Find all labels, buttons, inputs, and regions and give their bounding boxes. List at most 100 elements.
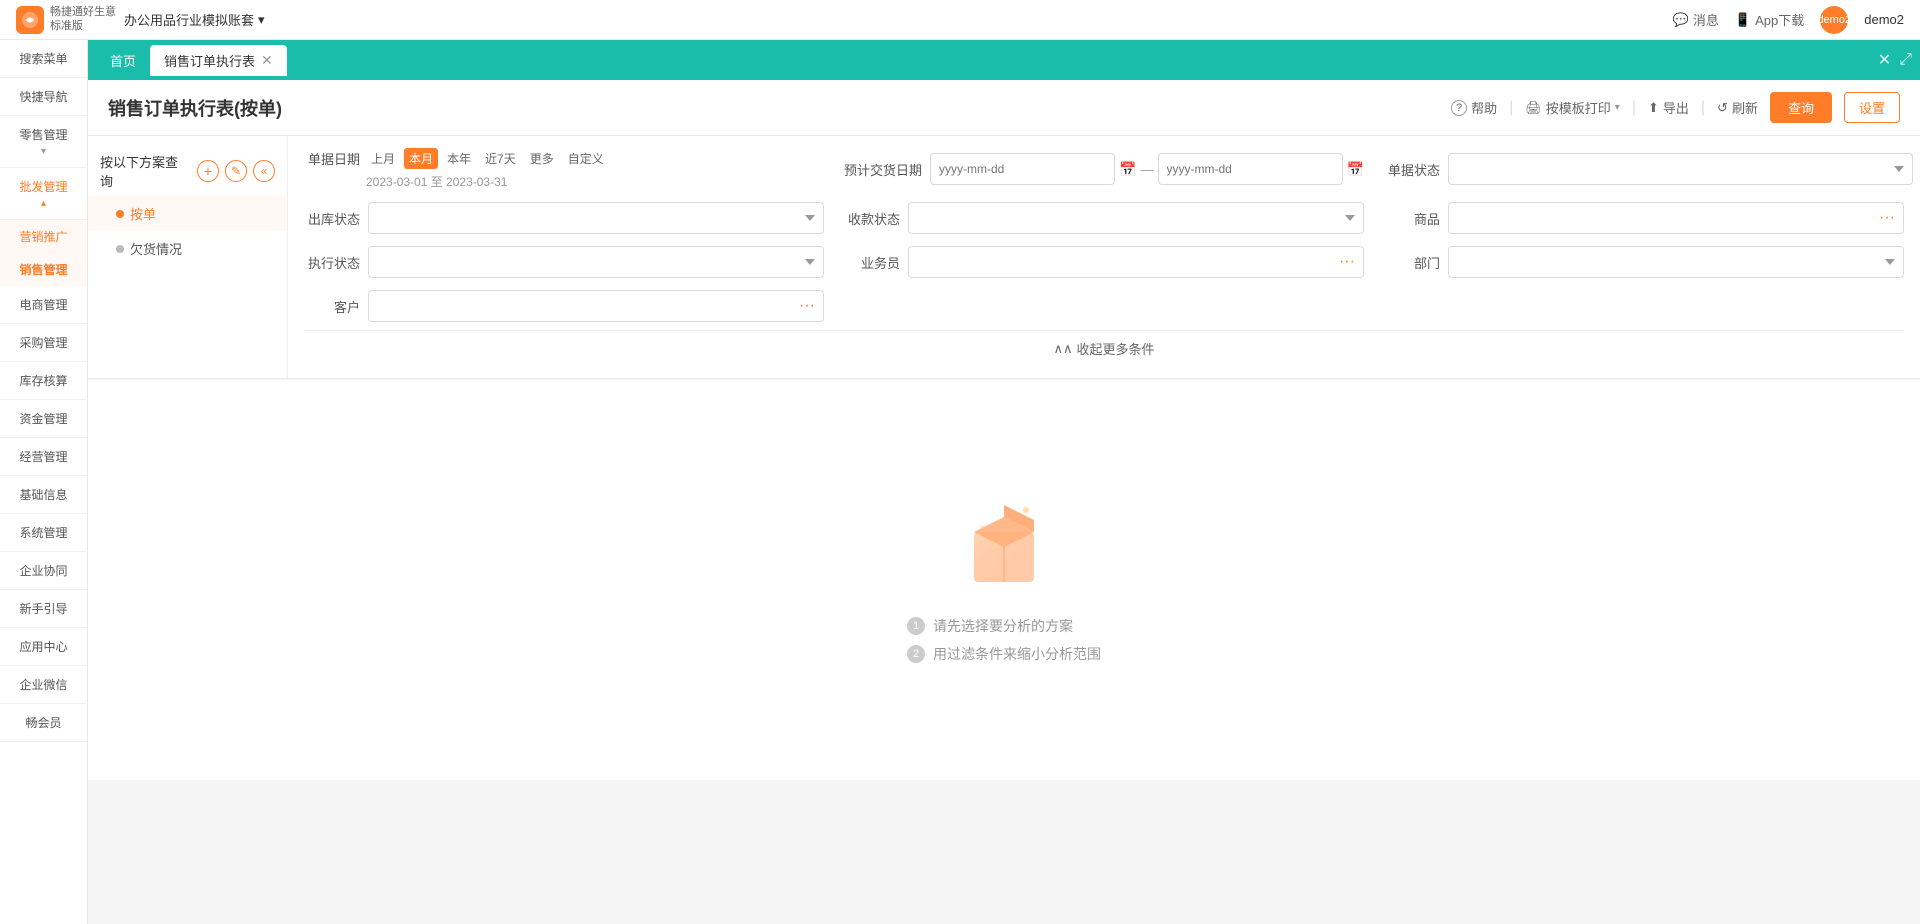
collapse-up-icon: ∧∧ (1053, 341, 1072, 357)
exec-label: 执行状态 (304, 253, 360, 272)
status-select-wrap (1448, 153, 1913, 185)
predict-date-icon-start: 📅 (1119, 161, 1136, 178)
date-tab-custom[interactable]: 自定义 (563, 148, 609, 169)
app-download-btn[interactable]: 📱 App下载 (1735, 10, 1804, 29)
customer-label: 客户 (304, 297, 360, 316)
collapse-btn[interactable]: ∧∧ 收起更多条件 (1053, 339, 1154, 358)
sidebar-item-operation[interactable]: 经营管理 (0, 438, 87, 476)
hint-num-1: 1 (907, 617, 925, 635)
tab-sales-exec[interactable]: 销售订单执行表 ✕ (150, 45, 287, 76)
sidebar-item-fund[interactable]: 资金管理 (0, 400, 87, 438)
scheme-edit-icon: ✎ (231, 164, 241, 178)
filter-outbound: 出库状态 (304, 202, 824, 234)
avatar[interactable]: demo2 (1820, 6, 1848, 34)
export-btn[interactable]: ⬆ 导出 (1648, 98, 1689, 117)
customer-more-icon: ··· (799, 297, 815, 315)
date-tab-more[interactable]: 更多 (525, 148, 559, 169)
receipt-label: 收款状态 (844, 209, 900, 228)
predict-date-end[interactable] (1158, 153, 1343, 185)
sidebar-item-basic[interactable]: 基础信息 (0, 476, 87, 514)
customer-input[interactable]: ··· (368, 290, 824, 322)
username-label: demo2 (1864, 12, 1904, 27)
scheme-dot-active (116, 210, 124, 218)
print-icon: 🖨 (1525, 100, 1542, 116)
scheme-add-btn[interactable]: + (197, 160, 219, 182)
salesperson-label: 业务员 (844, 253, 900, 272)
filter-status: 单据状态 ▾ (1384, 148, 1904, 190)
sidebar-item-search-menu[interactable]: 搜索菜单 (0, 40, 87, 78)
scheme-item-by-order[interactable]: 按单 (88, 196, 287, 231)
settings-btn[interactable]: 设置 (1844, 92, 1900, 123)
app-selector[interactable]: 办公用品行业模拟账套 ▾ (124, 10, 265, 29)
tab-expand-btn[interactable]: ⤢ (1899, 51, 1912, 69)
tab-close-icon[interactable]: ✕ (261, 52, 273, 69)
sidebar-item-inventory[interactable]: 库存核算 (0, 362, 87, 400)
retail-label: 零售管理 (4, 126, 83, 143)
print-btn[interactable]: 🖨 按模板打印 ▾ (1525, 98, 1620, 117)
collapse-bar[interactable]: ∧∧ 收起更多条件 (304, 330, 1904, 366)
page-header: 销售订单执行表(按单) ? 帮助 | 🖨 按模板打印 ▾ | ⬆ (88, 80, 1920, 136)
predict-date-range: 📅 — 📅 (930, 153, 1364, 185)
filter-goods: 商品 ··· (1384, 202, 1904, 234)
search-menu-label: 搜索菜单 (4, 50, 83, 67)
sidebar-item-member[interactable]: 畅会员 (0, 704, 87, 742)
scheme-collapse-btn[interactable]: « (253, 160, 275, 182)
sidebar-item-enterprise[interactable]: 企业协同 (0, 552, 87, 590)
sidebar-item-newbie[interactable]: 新手引导 (0, 590, 87, 628)
top-bar-left: 畅捷通好生意 标准版 办公用品行业模拟账套 ▾ (16, 6, 265, 34)
sidebar-item-appcenter[interactable]: 应用中心 (0, 628, 87, 666)
content-area: 首页 销售订单执行表 ✕ ✕ ⤢ 销售订单执行表(按单) ? 帮助 (88, 40, 1920, 924)
divider3: | (1701, 99, 1705, 117)
predict-date-start[interactable] (930, 153, 1115, 185)
dept-select[interactable] (1448, 246, 1904, 278)
date-tab-7days[interactable]: 近7天 (480, 148, 521, 169)
sidebar-item-sales-mgmt[interactable]: 销售管理 (0, 253, 87, 286)
status-select[interactable] (1448, 153, 1913, 185)
empty-hint-1: 1 请先选择要分析的方案 (907, 612, 1101, 640)
filter-salesperson: 业务员 ··· (844, 246, 1364, 278)
chevron-down-icon: ▾ (258, 12, 265, 28)
scheme-item-owe-goods[interactable]: 欠货情况 (88, 231, 287, 266)
top-bar: 畅捷通好生意 标准版 办公用品行业模拟账套 ▾ 💬 消息 📱 App下载 dem… (0, 0, 1920, 40)
sidebar-item-system[interactable]: 系统管理 (0, 514, 87, 552)
date-tab-this-month[interactable]: 本月 (404, 148, 438, 169)
scheme-panel: 按以下方案查询 + ✎ « 按单 (88, 136, 288, 378)
sidebar-item-quick-nav[interactable]: 快捷导航 (0, 78, 87, 116)
message-btn[interactable]: 💬 消息 (1673, 10, 1719, 29)
tab-home[interactable]: 首页 (96, 45, 150, 76)
app-download-icon: 📱 (1735, 12, 1751, 28)
help-icon: ? (1451, 100, 1467, 116)
print-chevron-icon: ▾ (1615, 102, 1620, 113)
hint-num-2: 2 (907, 645, 925, 663)
outbound-select[interactable] (368, 202, 824, 234)
status-label: 单据状态 (1384, 160, 1440, 179)
filter-row4-col2 (844, 290, 1364, 322)
query-btn[interactable]: 查询 (1770, 92, 1832, 123)
sidebar-item-marketing[interactable]: 营销推广 (0, 220, 87, 253)
receipt-select[interactable] (908, 202, 1364, 234)
date-tabs: 上月 本月 本年 近7天 更多 自定义 (366, 148, 609, 169)
refresh-btn[interactable]: ↺ 刷新 (1717, 98, 1758, 117)
dept-label: 部门 (1384, 253, 1440, 272)
date-tab-last-month[interactable]: 上月 (366, 148, 400, 169)
sidebar-item-purchase[interactable]: 采购管理 (0, 324, 87, 362)
empty-state: 1 请先选择要分析的方案 2 用过滤条件来缩小分析范围 (88, 380, 1920, 780)
date-tab-this-year[interactable]: 本年 (442, 148, 476, 169)
retail-toggle-icon: ▾ (41, 146, 46, 157)
tab-close-all-btn[interactable]: ✕ (1878, 50, 1891, 70)
export-icon: ⬆ (1648, 100, 1659, 116)
wholesale-toggle-icon: ▴ (41, 198, 46, 209)
logo-icon (16, 6, 44, 34)
sidebar-item-ecommerce[interactable]: 电商管理 (0, 286, 87, 324)
salesperson-input[interactable]: ··· (908, 246, 1364, 278)
sidebar-item-retail[interactable]: 零售管理 ▾ (0, 116, 87, 168)
sidebar-item-wholesale[interactable]: 批发管理 ▴ (0, 168, 87, 220)
help-btn[interactable]: ? 帮助 (1451, 98, 1497, 117)
goods-input[interactable]: ··· (1448, 202, 1904, 234)
sidebar-item-wechat[interactable]: 企业微信 (0, 666, 87, 704)
outbound-label: 出库状态 (304, 209, 360, 228)
scheme-edit-btn[interactable]: ✎ (225, 160, 247, 182)
exec-select[interactable] (368, 246, 824, 278)
date-range-display: 2023-03-01 至 2023-03-31 (304, 173, 824, 190)
quick-nav-label: 快捷导航 (4, 88, 83, 105)
